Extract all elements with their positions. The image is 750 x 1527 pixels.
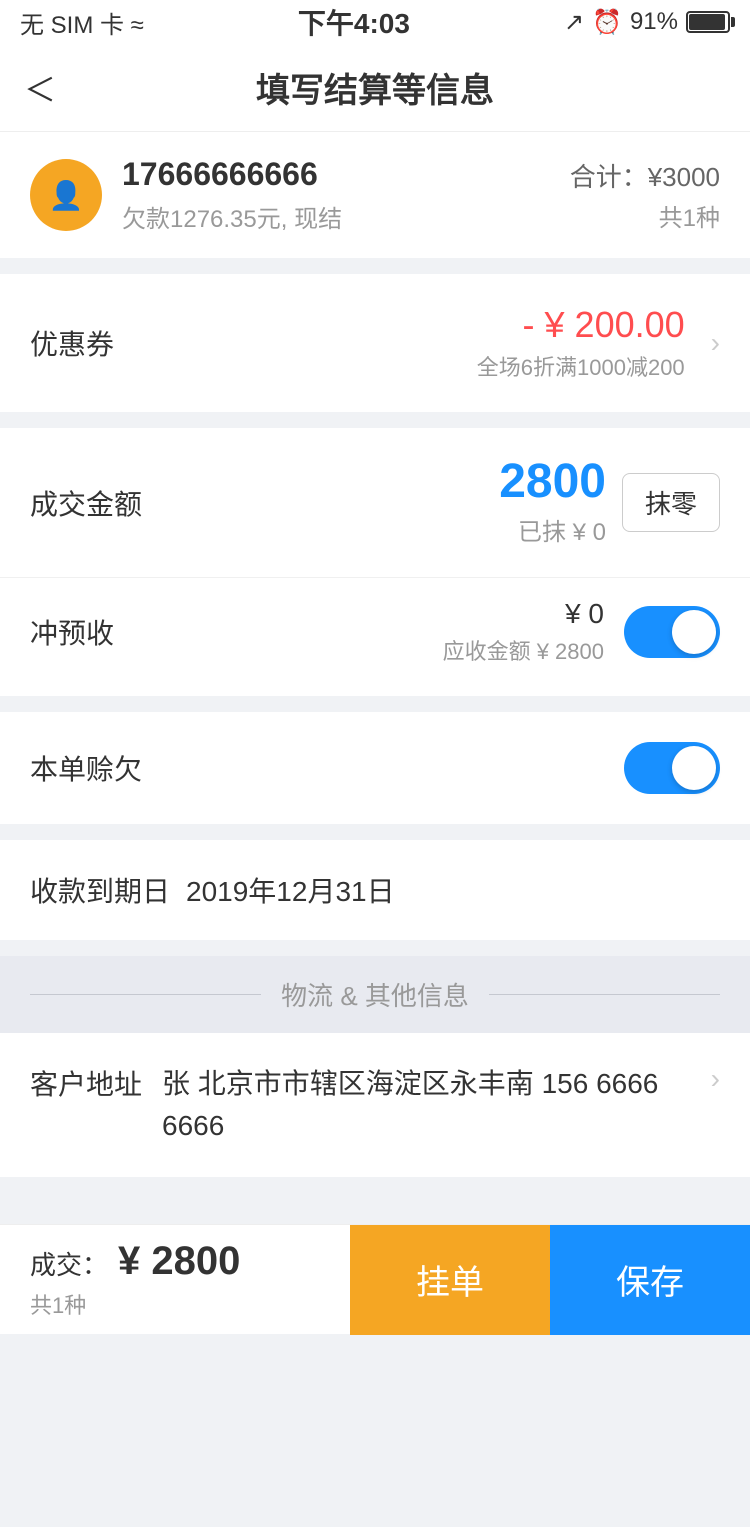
debt-toggle[interactable] bbox=[624, 742, 720, 794]
deal-amount: 2800 bbox=[499, 458, 606, 506]
user-card: 👤 17666666666 欠款1276.35元, 现结 合计：¥3000 共1… bbox=[0, 132, 750, 258]
debt-section: 本单赊欠 bbox=[0, 712, 750, 824]
prereceive-label: 冲预收 bbox=[30, 612, 114, 652]
page-title: 填写结算等信息 bbox=[256, 63, 494, 112]
avatar-icon: 👤 bbox=[49, 179, 84, 212]
coupon-label: 优惠券 bbox=[30, 323, 114, 363]
coupon-value: - ¥ 200.00 全场6折满1000减200 › bbox=[477, 304, 720, 382]
no-sim-label: 无 SIM 卡 ≈ bbox=[20, 5, 144, 40]
battery-percent: 91% bbox=[630, 8, 678, 36]
user-right: 合计：¥3000 共1种 bbox=[570, 157, 720, 233]
user-phone: 17666666666 bbox=[122, 156, 342, 193]
location-icon: ↗ bbox=[564, 8, 584, 37]
due-date-label: 收款到期日 bbox=[30, 870, 170, 910]
user-left: 👤 17666666666 欠款1276.35元, 现结 bbox=[30, 156, 342, 234]
debt-label: 本单赊欠 bbox=[30, 748, 142, 788]
avatar: 👤 bbox=[30, 159, 102, 231]
nav-bar: ＜ 填写结算等信息 bbox=[0, 44, 750, 132]
prereceive-row: 冲预收 ¥ 0 应收金额 ¥ 2800 bbox=[0, 577, 750, 696]
total-count: 共1种 bbox=[570, 198, 720, 233]
coupon-section: 优惠券 - ¥ 200.00 全场6折满1000减200 › bbox=[0, 274, 750, 412]
status-time: 下午4:03 bbox=[298, 2, 410, 42]
back-button[interactable]: ＜ bbox=[24, 65, 56, 111]
divider-line-right bbox=[489, 994, 720, 995]
bottom-bar: 成交： ¥ 2800 共1种 挂单 保存 bbox=[0, 1224, 750, 1334]
address-chevron-icon: › bbox=[711, 1063, 720, 1095]
user-debt: 欠款1276.35元, 现结 bbox=[122, 199, 342, 234]
bottom-deal-amount: ¥ 2800 bbox=[118, 1239, 240, 1284]
bottom-deal-row: 成交： ¥ 2800 bbox=[30, 1239, 320, 1284]
divider-section: 物流 & 其他信息 bbox=[0, 956, 750, 1033]
total-label: 合计：¥3000 bbox=[570, 157, 720, 194]
debt-toggle-circle bbox=[672, 746, 716, 790]
bottom-count: 共1种 bbox=[30, 1288, 320, 1320]
due-date-value: 2019年12月31日 bbox=[186, 870, 395, 910]
status-left: 无 SIM 卡 ≈ bbox=[20, 5, 144, 40]
coupon-desc: 全场6折满1000减200 bbox=[477, 350, 685, 382]
toggle-circle bbox=[672, 610, 716, 654]
deal-right: 2800 已抹 ¥ 0 抹零 bbox=[499, 458, 720, 547]
coupon-value-wrap: - ¥ 200.00 全场6折满1000减200 bbox=[477, 304, 685, 382]
address-section[interactable]: 客户地址 张 北京市市辖区海淀区永丰南 156 6666 6666 › bbox=[0, 1033, 750, 1177]
hang-button[interactable]: 挂单 bbox=[350, 1225, 550, 1335]
deal-row: 成交金额 2800 已抹 ¥ 0 抹零 bbox=[0, 428, 750, 577]
deal-label: 成交金额 bbox=[30, 483, 142, 523]
divider-text: 物流 & 其他信息 bbox=[281, 976, 469, 1013]
status-right: ↗ ⏰ 91% bbox=[564, 8, 730, 37]
coupon-row[interactable]: 优惠券 - ¥ 200.00 全场6折满1000减200 › bbox=[0, 274, 750, 412]
deal-erased: 已抹 ¥ 0 bbox=[499, 512, 606, 547]
save-button[interactable]: 保存 bbox=[550, 1225, 750, 1335]
status-bar: 无 SIM 卡 ≈ 下午4:03 ↗ ⏰ 91% bbox=[0, 0, 750, 44]
due-date-row: 收款到期日 2019年12月31日 bbox=[30, 870, 720, 910]
prereceive-right: ¥ 0 应收金额 ¥ 2800 bbox=[443, 598, 720, 666]
divider-line-left bbox=[30, 994, 261, 995]
prereceive-amount: ¥ 0 bbox=[443, 598, 604, 630]
coupon-amount: - ¥ 200.00 bbox=[477, 304, 685, 346]
deal-amount-wrap: 2800 已抹 ¥ 0 bbox=[499, 458, 606, 547]
user-info: 17666666666 欠款1276.35元, 现结 bbox=[122, 156, 342, 234]
deal-section: 成交金额 2800 已抹 ¥ 0 抹零 冲预收 ¥ 0 应收金额 ¥ 2800 bbox=[0, 428, 750, 696]
bottom-summary: 成交： ¥ 2800 共1种 bbox=[0, 1239, 350, 1320]
prereceive-receivable: 应收金额 ¥ 2800 bbox=[443, 634, 604, 666]
address-label: 客户地址 bbox=[30, 1063, 142, 1103]
alarm-icon: ⏰ bbox=[592, 8, 622, 37]
prereceive-toggle[interactable] bbox=[624, 606, 720, 658]
bottom-deal-label: 成交： bbox=[30, 1245, 108, 1282]
round-button[interactable]: 抹零 bbox=[622, 473, 720, 532]
prereceive-value-wrap: ¥ 0 应收金额 ¥ 2800 bbox=[443, 598, 604, 666]
due-date-section: 收款到期日 2019年12月31日 bbox=[0, 840, 750, 940]
address-value: 张 北京市市辖区海淀区永丰南 156 6666 6666 bbox=[162, 1063, 681, 1147]
chevron-right-icon: › bbox=[711, 327, 720, 359]
battery-icon bbox=[686, 11, 730, 33]
